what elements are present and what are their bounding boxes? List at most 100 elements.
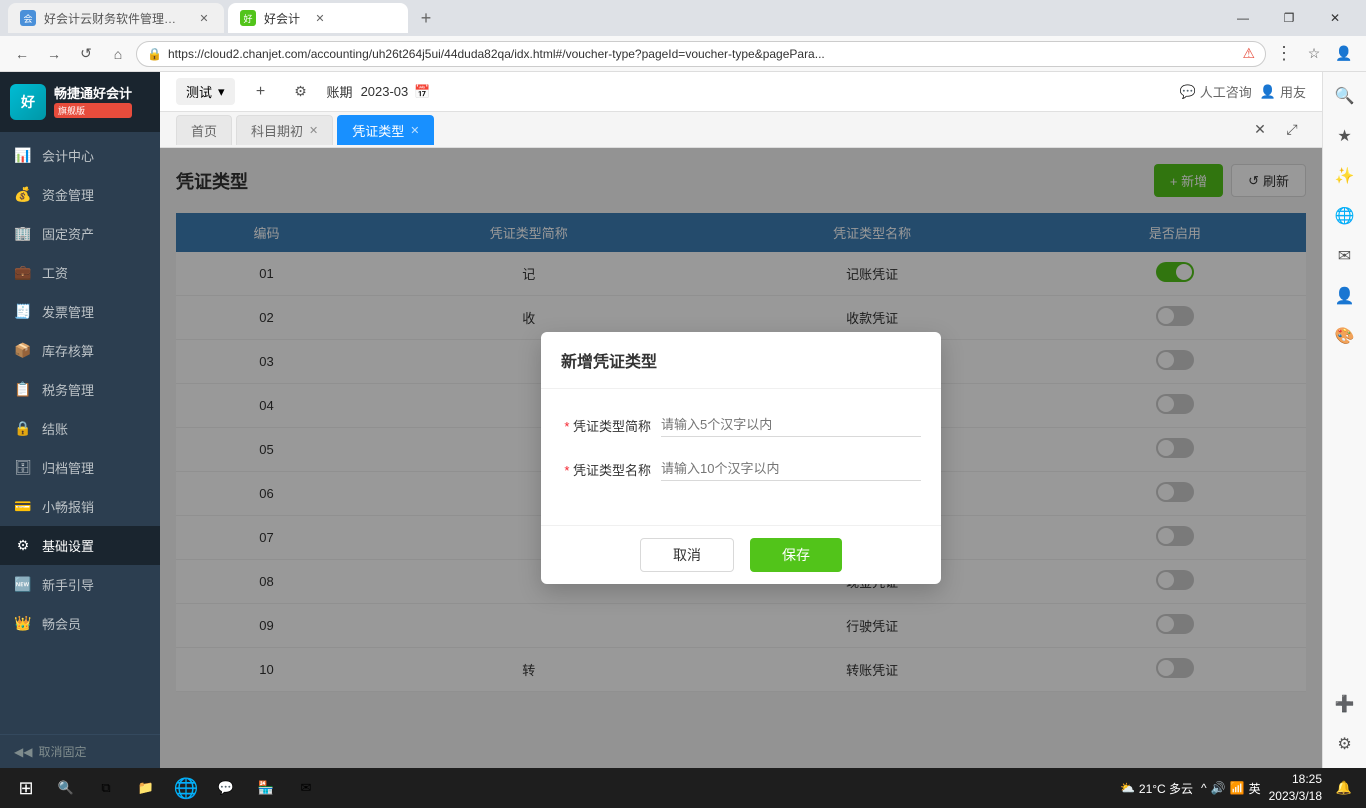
sidebar-item-invoice[interactable]: 🧾 发票管理	[0, 292, 160, 331]
browser-tab-1[interactable]: 会 好会计云财务软件管理系统_会计 ✕	[8, 3, 224, 33]
notification-btn[interactable]: 🔔	[1330, 774, 1358, 802]
restore-btn[interactable]: ❐	[1266, 2, 1312, 34]
tab-home[interactable]: 首页	[176, 115, 232, 145]
sidebar-item-archive[interactable]: 🗄 归档管理	[0, 448, 160, 487]
minimize-btn[interactable]: —	[1220, 2, 1266, 34]
user-info-btn[interactable]: 👤 用友	[1260, 82, 1306, 101]
sys-volume-icon[interactable]: 🔊	[1211, 781, 1226, 795]
right-panel-mail-icon[interactable]: ✉	[1329, 240, 1361, 272]
url-text: https://cloud2.chanjet.com/accounting/uh…	[168, 47, 1236, 61]
taskbar-taskview-icon[interactable]: ⧉	[88, 770, 124, 806]
sidebar-label-fixed-assets: 固定资产	[42, 224, 94, 243]
workspace-settings-icon[interactable]: ⚙	[287, 78, 315, 106]
tab2-close-btn[interactable]: ✕	[312, 10, 328, 26]
taskbar-wechat-icon[interactable]: 💬	[208, 770, 244, 806]
tab-minimize-icon[interactable]: ✕	[1246, 116, 1274, 144]
taskbar-email-icon[interactable]: ✉	[288, 770, 324, 806]
app-wrapper: 好 畅捷通好会计 旗舰版 📊 会计中心 💰 资金管理 🏢 固定资产 💼 工资	[0, 72, 1366, 768]
abbr-input[interactable]	[661, 413, 921, 437]
start-btn[interactable]: ⊞	[8, 770, 44, 806]
sidebar-item-fixed-assets[interactable]: 🏢 固定资产	[0, 214, 160, 253]
home-btn[interactable]: ⌂	[104, 40, 132, 68]
sidebar-item-inventory[interactable]: 📦 库存核算	[0, 331, 160, 370]
right-panel-globe-icon[interactable]: 🌐	[1329, 200, 1361, 232]
browser-nav-bar: ← → ↺ ⌂ 🔒 https://cloud2.chanjet.com/acc…	[0, 36, 1366, 72]
sys-icons: ^ 🔊 📶 英	[1201, 780, 1261, 797]
right-panel-settings-icon[interactable]: ⚙	[1329, 728, 1361, 760]
taskbar-explorer-icon[interactable]: 📁	[128, 770, 164, 806]
cancel-btn[interactable]: 取消	[640, 538, 734, 572]
name-input[interactable]	[661, 457, 921, 481]
header-actions: 💬 人工咨询 👤 用友	[1180, 82, 1306, 101]
collapse-arrow-icon: ◀◀	[14, 745, 32, 759]
back-btn[interactable]: ←	[8, 40, 36, 68]
sys-network-icon[interactable]: 📶	[1230, 781, 1245, 795]
sidebar-item-guide[interactable]: 🆕 新手引导	[0, 565, 160, 604]
taskbar: ⊞ 🔍 ⧉ 📁 🌐 💬 🏪 ✉ ⛅ 21°C 多云 ^ 🔊 📶 英 18:25 …	[0, 768, 1366, 808]
collapse-label: 取消固定	[38, 743, 86, 760]
reload-btn[interactable]: ↺	[72, 40, 100, 68]
consult-icon: 💬	[1180, 84, 1196, 100]
taskbar-store-icon[interactable]: 🏪	[248, 770, 284, 806]
tab1-close-btn[interactable]: ✕	[196, 10, 212, 26]
taskbar-chrome-icon[interactable]: 🌐	[168, 770, 204, 806]
right-panel: 🔍 ★ ✨ 🌐 ✉ 👤 🎨 ➕ ⚙	[1322, 72, 1366, 768]
sidebar-item-expense[interactable]: 💳 小畅报销	[0, 487, 160, 526]
tab1-title: 好会计云财务软件管理系统_会计	[44, 10, 184, 27]
profile-btn[interactable]: 👤	[1330, 40, 1358, 68]
new-tab-btn[interactable]: +	[412, 4, 440, 32]
tab-voucher-close[interactable]: ✕	[410, 124, 419, 137]
tab-subjects-close[interactable]: ✕	[309, 124, 318, 137]
right-panel-magic-icon[interactable]: ✨	[1329, 160, 1361, 192]
consult-btn[interactable]: 💬 人工咨询	[1180, 82, 1252, 101]
sys-arrow-icon[interactable]: ^	[1201, 781, 1207, 795]
right-panel-color-icon[interactable]: 🎨	[1329, 320, 1361, 352]
dashboard-icon: 📊	[14, 147, 32, 165]
close-btn[interactable]: ✕	[1312, 2, 1358, 34]
calendar-icon: 📅	[414, 84, 430, 100]
right-panel-add-icon[interactable]: ➕	[1329, 688, 1361, 720]
extensions-btn[interactable]: ⋮	[1270, 40, 1298, 68]
right-panel-star-icon[interactable]: ★	[1329, 120, 1361, 152]
modal-body: 凭证类型简称 凭证类型名称	[541, 389, 941, 525]
taskbar-clock[interactable]: 18:25 2023/3/18	[1269, 771, 1322, 805]
workspace-name: 测试	[186, 82, 212, 101]
sidebar-label-salary: 工资	[42, 263, 68, 282]
weather-text: 21°C 多云	[1139, 780, 1193, 797]
workspace-selector[interactable]: 测试 ▾	[176, 78, 235, 105]
sidebar-collapse-btn[interactable]: ◀◀ 取消固定	[0, 734, 160, 768]
tab-resize-btns: ✕ ⤢	[1246, 116, 1306, 144]
tab2-title: 好会计	[264, 10, 300, 27]
bookmark-btn[interactable]: ☆	[1300, 40, 1328, 68]
tab-fullscreen-icon[interactable]: ⤢	[1278, 116, 1306, 144]
modal-header: 新增凭证类型	[541, 332, 941, 389]
app-header: 测试 ▾ + ⚙ 账期 2023-03 📅 💬 人工咨询 👤 用友	[160, 72, 1322, 112]
taskbar-search-icon[interactable]: 🔍	[48, 770, 84, 806]
capital-icon: 💰	[14, 186, 32, 204]
sidebar-label-dashboard: 会计中心	[42, 146, 94, 165]
add-workspace-btn[interactable]: +	[247, 78, 275, 106]
sidebar-item-closing[interactable]: 🔒 结账	[0, 409, 160, 448]
address-bar[interactable]: 🔒 https://cloud2.chanjet.com/accounting/…	[136, 41, 1266, 67]
logo-badge: 旗舰版	[54, 103, 132, 118]
right-panel-user-icon[interactable]: 👤	[1329, 280, 1361, 312]
right-panel-search-icon[interactable]: 🔍	[1329, 80, 1361, 112]
archive-icon: 🗄	[14, 459, 32, 477]
tab2-favicon: 好	[240, 10, 256, 26]
tab-voucher-type[interactable]: 凭证类型 ✕	[337, 115, 434, 145]
period-label: 账期	[327, 82, 353, 101]
sidebar-item-capital[interactable]: 💰 资金管理	[0, 175, 160, 214]
forward-btn[interactable]: →	[40, 40, 68, 68]
sidebar-item-salary[interactable]: 💼 工资	[0, 253, 160, 292]
tab-subjects[interactable]: 科目期初 ✕	[236, 115, 333, 145]
sidebar-item-member[interactable]: 👑 畅会员	[0, 604, 160, 643]
sidebar-label-settings: 基础设置	[42, 536, 94, 555]
browser-tab-2[interactable]: 好 好会计 ✕	[228, 3, 408, 33]
fixed-assets-icon: 🏢	[14, 225, 32, 243]
save-btn[interactable]: 保存	[750, 538, 842, 572]
sidebar-label-member: 畅会员	[42, 614, 81, 633]
abbr-label: 凭证类型简称	[561, 416, 651, 435]
sidebar-item-settings[interactable]: ⚙ 基础设置	[0, 526, 160, 565]
sidebar-item-tax[interactable]: 📋 税务管理	[0, 370, 160, 409]
sidebar-item-dashboard[interactable]: 📊 会计中心	[0, 136, 160, 175]
